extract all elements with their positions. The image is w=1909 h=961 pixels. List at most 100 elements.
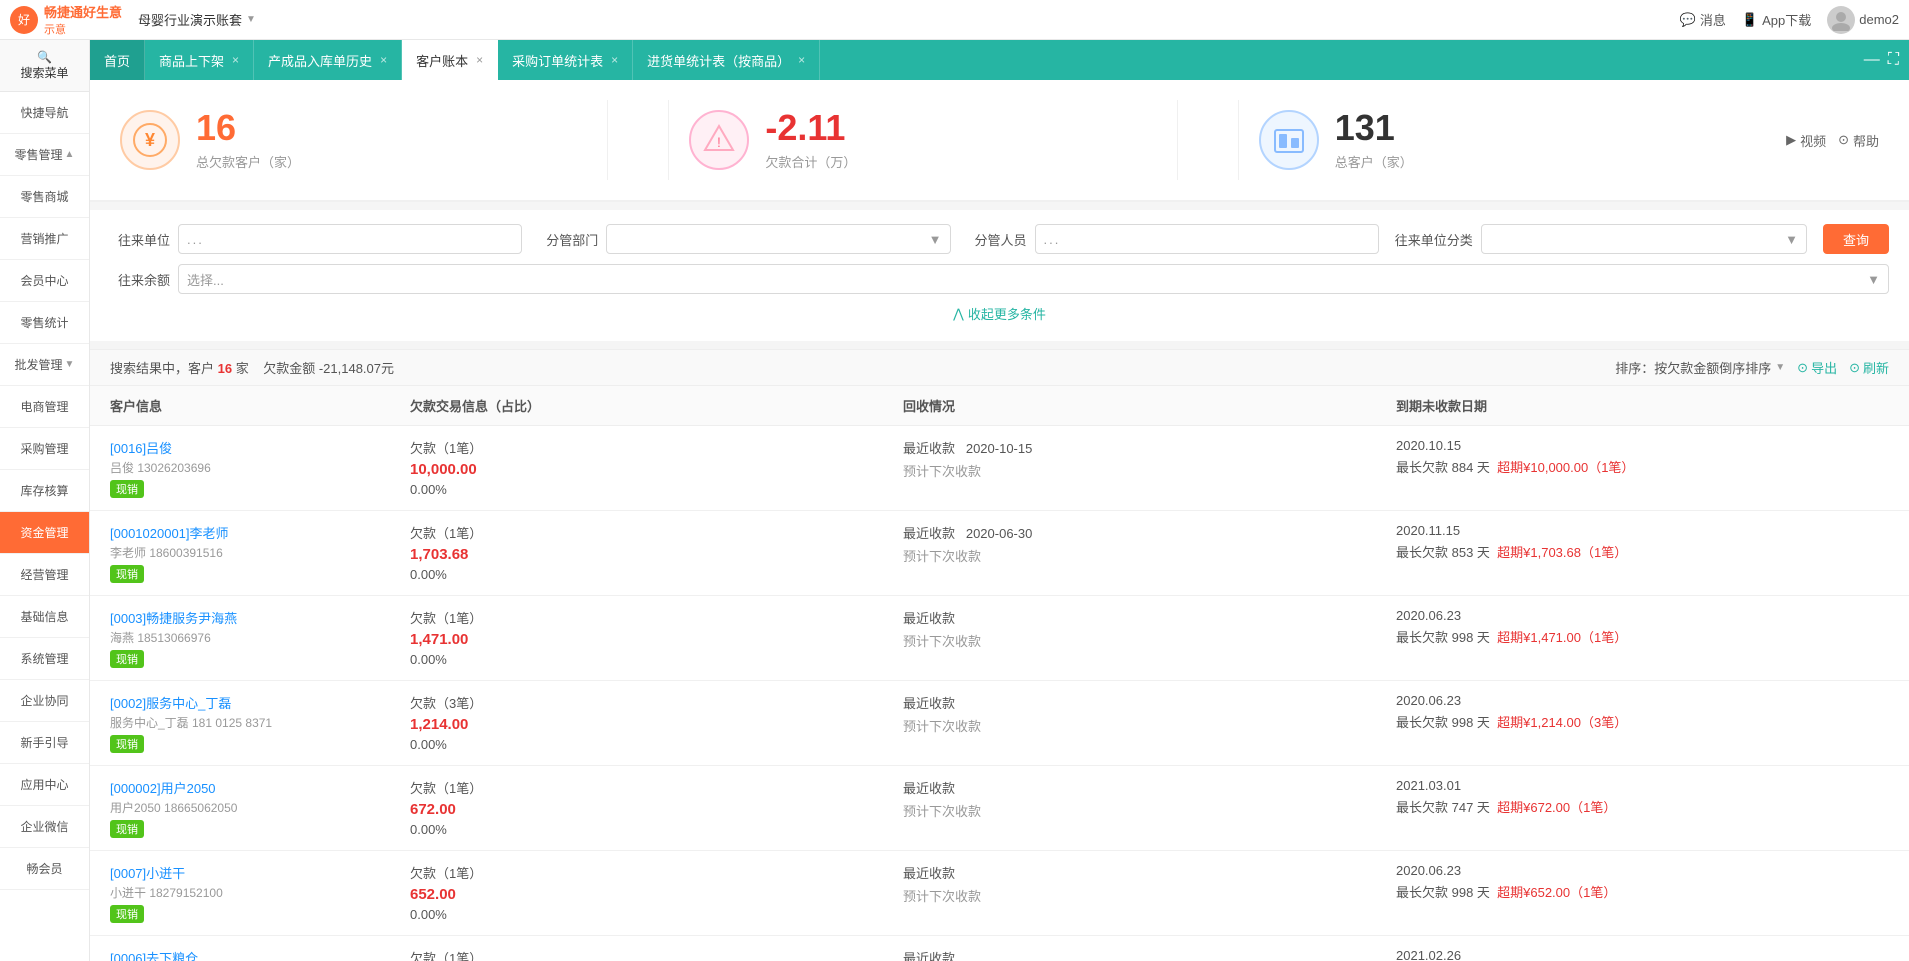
sidebar-item-member-plus[interactable]: 畅会员 bbox=[0, 848, 89, 890]
debt-count-3: 欠款（1笔） bbox=[410, 608, 903, 627]
sidebar-item-finance[interactable]: 资金管理 bbox=[0, 512, 89, 554]
recover-info-2: 最近收款 2020-06-30 预计下次收款 bbox=[903, 523, 1396, 565]
tab-customer-account[interactable]: 客户账本 × bbox=[402, 40, 498, 80]
stat-card-total-customers: 131 总客户（家） bbox=[1259, 100, 1746, 180]
customer-name-3[interactable]: [0003]畅捷服务尹海燕 bbox=[110, 608, 410, 627]
export-button[interactable]: ⊙ 导出 bbox=[1797, 358, 1837, 377]
from-unit-input[interactable]: ... bbox=[178, 224, 522, 254]
sidebar-item-system[interactable]: 系统管理 bbox=[0, 638, 89, 680]
filter-row-1: 往来单位 ... 分管部门 ▼ 分管人员 bbox=[110, 224, 1889, 254]
tab-production-history-close[interactable]: × bbox=[380, 53, 387, 67]
sidebar-item-basic-info[interactable]: 基础信息 bbox=[0, 596, 89, 638]
sidebar-item-retail-mgmt[interactable]: 零售管理 ▲ bbox=[0, 134, 89, 176]
overdue-link-4[interactable]: 超期¥1,214.00（3笔） bbox=[1497, 715, 1627, 730]
sidebar-item-purchase[interactable]: 采购管理 bbox=[0, 428, 89, 470]
dept-select[interactable]: ▼ bbox=[606, 224, 950, 254]
sidebar-item-new-guide[interactable]: 新手引导 bbox=[0, 722, 89, 764]
debt-amount-3: 1,471.00 bbox=[410, 631, 903, 648]
help-icon: ⊙ bbox=[1838, 132, 1849, 148]
sidebar-item-quick-nav[interactable]: 快捷导航 bbox=[0, 92, 89, 134]
user-menu[interactable]: demo2 bbox=[1827, 6, 1899, 34]
sidebar-item-enterprise[interactable]: 企业协同 bbox=[0, 680, 89, 722]
sidebar-item-batch-mgmt[interactable]: 批发管理 ▼ bbox=[0, 344, 89, 386]
tab-customer-account-close[interactable]: × bbox=[476, 53, 483, 67]
stat-card-debt-amount: ! -2.11 欠款合计（万） bbox=[689, 100, 1177, 180]
due-overdue-4: 最长欠款 998 天 超期¥1,214.00（3笔） bbox=[1396, 712, 1889, 731]
sidebar-item-retail-stat[interactable]: 零售统计 bbox=[0, 302, 89, 344]
tab-goods-stat-close[interactable]: × bbox=[798, 53, 805, 67]
collapse-button[interactable]: ⋀ 收起更多条件 bbox=[110, 304, 1889, 323]
sidebar-item-app-center[interactable]: 应用中心 bbox=[0, 764, 89, 806]
recover-date-1: 最近收款 2020-10-15 bbox=[903, 438, 1396, 457]
person-input[interactable]: ... bbox=[1035, 224, 1379, 254]
batch-mgmt-arrow-icon: ▼ bbox=[65, 359, 75, 370]
due-date-3: 2020.06.23 bbox=[1396, 608, 1889, 623]
due-date-7: 2021.02.26 bbox=[1396, 948, 1889, 961]
tab-purchase-order[interactable]: 采购订单统计表 × bbox=[498, 40, 633, 80]
balance-select[interactable]: 选择... ▼ bbox=[178, 264, 1889, 294]
sort-chevron-icon: ▼ bbox=[1775, 362, 1785, 373]
sidebar-item-member[interactable]: 会员中心 bbox=[0, 260, 89, 302]
debt-pct-4: 0.00% bbox=[410, 737, 903, 752]
result-sort[interactable]: 排序：按欠款金额倒序排序 ▼ bbox=[1615, 358, 1785, 377]
sidebar-item-marketing[interactable]: 营销推广 bbox=[0, 218, 89, 260]
message-button[interactable]: 💬 消息 bbox=[1680, 10, 1726, 29]
sidebar-item-ecommerce[interactable]: 电商管理 bbox=[0, 386, 89, 428]
due-info-4: 2020.06.23 最长欠款 998 天 超期¥1,214.00（3笔） bbox=[1396, 693, 1889, 731]
customer-name-1[interactable]: [0016]吕俊 bbox=[110, 438, 410, 457]
debt-info-1: 欠款（1笔） 10,000.00 0.00% bbox=[410, 438, 903, 497]
customer-name-5[interactable]: [000002]用户2050 bbox=[110, 778, 410, 797]
sidebar-item-operations[interactable]: 经营管理 bbox=[0, 554, 89, 596]
overdue-link-6[interactable]: 超期¥652.00（1笔） bbox=[1497, 885, 1616, 900]
tab-product-list-close[interactable]: × bbox=[232, 53, 239, 67]
person-dots: ... bbox=[1044, 232, 1061, 247]
store-selector[interactable]: 母婴行业演示账套 ▼ bbox=[130, 6, 264, 33]
overdue-link-1[interactable]: 超期¥10,000.00（1笔） bbox=[1497, 460, 1634, 475]
query-button[interactable]: 查询 bbox=[1823, 224, 1889, 254]
table-row: [0006]去下粮仓 陈小希 现销 欠款（1笔） 455.90 0.00% 最近… bbox=[90, 936, 1909, 961]
overdue-link-3[interactable]: 超期¥1,471.00（1笔） bbox=[1497, 630, 1627, 645]
export-icon: ⊙ bbox=[1797, 360, 1808, 376]
customer-tag-4: 现销 bbox=[110, 735, 144, 753]
customer-name-4[interactable]: [0002]服务中心_丁磊 bbox=[110, 693, 410, 712]
tab-home[interactable]: 首页 bbox=[90, 40, 145, 80]
debt-info-5: 欠款（1笔） 672.00 0.00% bbox=[410, 778, 903, 837]
result-amount: -21,148.07元 bbox=[319, 361, 394, 376]
sidebar-item-retail-store[interactable]: 零售商城 bbox=[0, 176, 89, 218]
refresh-button[interactable]: ⊙ 刷新 bbox=[1849, 358, 1889, 377]
tab-minimize-icon[interactable]: — bbox=[1864, 51, 1880, 69]
sidebar-item-enterprise-wx[interactable]: 企业微信 bbox=[0, 806, 89, 848]
customer-name-7[interactable]: [0006]去下粮仓 bbox=[110, 948, 410, 961]
message-icon: 💬 bbox=[1680, 12, 1696, 28]
customer-name-6[interactable]: [0007]小迸干 bbox=[110, 863, 410, 882]
customer-tag-6: 现销 bbox=[110, 905, 144, 923]
due-date-5: 2021.03.01 bbox=[1396, 778, 1889, 793]
help-action[interactable]: ⊙ 帮助 bbox=[1838, 131, 1879, 150]
overdue-link-2[interactable]: 超期¥1,703.68（1笔） bbox=[1497, 545, 1627, 560]
video-action[interactable]: ▶ 视频 bbox=[1786, 131, 1826, 150]
sidebar-item-inventory[interactable]: 库存核算 bbox=[0, 470, 89, 512]
recover-next-6: 预计下次收款 bbox=[903, 886, 1396, 905]
tab-expand-icon[interactable]: ⛶ bbox=[1888, 51, 1899, 69]
stats-row: ¥ 16 总欠款客户（家） ! bbox=[90, 80, 1909, 202]
top-bar: 好 畅捷通好生意 示意 母婴行业演示账套 ▼ 💬 消息 📱 App下载 demo… bbox=[0, 0, 1909, 40]
recover-info-4: 最近收款 预计下次收款 bbox=[903, 693, 1396, 735]
debt-count-1: 欠款（1笔） bbox=[410, 438, 903, 457]
sidebar-search[interactable]: 🔍 搜索菜单 bbox=[0, 40, 89, 92]
tab-purchase-order-close[interactable]: × bbox=[611, 53, 618, 67]
app-download-button[interactable]: 📱 App下载 bbox=[1742, 10, 1811, 29]
customer-tag-2: 现销 bbox=[110, 565, 144, 583]
customer-name-2[interactable]: [0001020001]李老师 bbox=[110, 523, 410, 542]
tab-bar: 首页 商品上下架 × 产成品入库单历史 × 客户账本 × 采购订单统计表 × 进… bbox=[90, 40, 1909, 80]
tab-goods-stat[interactable]: 进货单统计表（按商品） × bbox=[633, 40, 820, 80]
overdue-link-5[interactable]: 超期¥672.00（1笔） bbox=[1497, 800, 1616, 815]
unit-class-select[interactable]: ▼ bbox=[1481, 224, 1807, 254]
stat-label-total-customers: 总客户（家） bbox=[1335, 152, 1413, 171]
tab-production-history[interactable]: 产成品入库单历史 × bbox=[254, 40, 402, 80]
debt-pct-5: 0.00% bbox=[410, 822, 903, 837]
due-info-3: 2020.06.23 最长欠款 998 天 超期¥1,471.00（1笔） bbox=[1396, 608, 1889, 646]
export-label: 导出 bbox=[1811, 358, 1837, 377]
tab-product-list[interactable]: 商品上下架 × bbox=[145, 40, 254, 80]
filter-item-person: 分管人员 ... bbox=[967, 224, 1379, 254]
filter-row-2: 往来余额 选择... ▼ bbox=[110, 264, 1889, 294]
